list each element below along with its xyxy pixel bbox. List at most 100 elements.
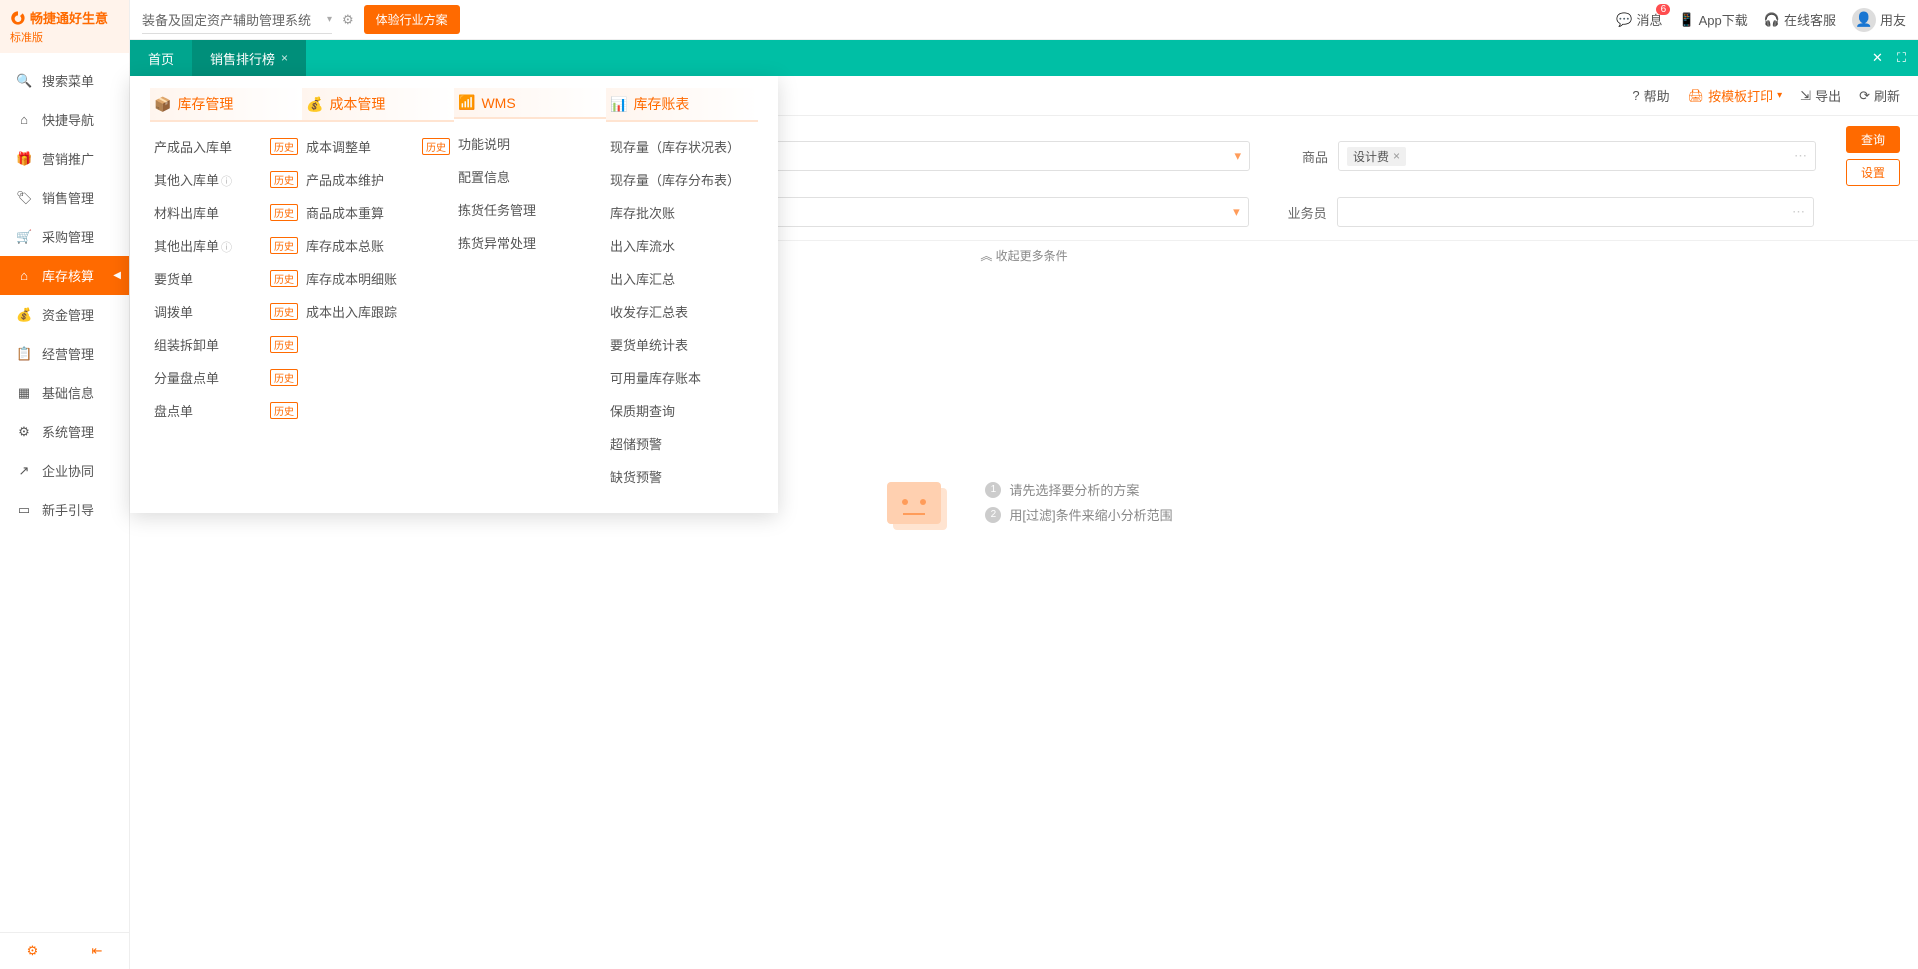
refresh-button[interactable]: ⟳刷新 (1859, 86, 1900, 105)
query-button[interactable]: 查询 (1846, 126, 1900, 153)
flyout-item[interactable]: 现存量（库存状况表） (606, 130, 758, 163)
nav-funds[interactable]: 💰资金管理 (0, 295, 129, 334)
app-download-button[interactable]: 📱 App下载 (1678, 10, 1747, 29)
messages-button[interactable]: 💬 消息 6 (1616, 10, 1662, 29)
logo-area: 畅捷通好生意 标准版 (0, 0, 129, 53)
flyout-item-label: 保质期查询 (610, 401, 675, 420)
flyout-item[interactable]: 超储预警 (606, 427, 758, 460)
help-button[interactable]: ?帮助 (1632, 86, 1669, 105)
flyout-item-label: 库存成本总账 (306, 236, 384, 255)
flyout-item[interactable]: 拣货任务管理 (454, 193, 606, 226)
collapse-icon[interactable]: ⇤ (91, 943, 102, 959)
flyout-item[interactable]: 库存批次账 (606, 196, 758, 229)
flyout-item[interactable]: 分量盘点单历史 (150, 361, 302, 394)
flyout-item[interactable]: 配置信息 (454, 160, 606, 193)
flyout-item[interactable]: 盘点单历史 (150, 394, 302, 427)
flyout-item[interactable]: 成本出入库跟踪 (302, 295, 454, 328)
flyout-item[interactable]: 功能说明 (454, 127, 606, 160)
flyout-item[interactable]: 产成品入库单历史 (150, 130, 302, 163)
flyout-item-label: 商品成本重算 (306, 203, 384, 222)
flyout-item[interactable]: 保质期查询 (606, 394, 758, 427)
flyout-item[interactable]: 材料出库单历史 (150, 196, 302, 229)
close-icon[interactable]: × (281, 51, 288, 65)
flyout-item-label: 现存量（库存状况表） (610, 137, 740, 156)
flyout-item[interactable]: 调拨单历史 (150, 295, 302, 328)
flyout-item[interactable]: 其他出库单ⓘ历史 (150, 229, 302, 262)
salesperson-input[interactable]: ⋯ (1337, 197, 1814, 227)
nav-marketing[interactable]: 🎁营销推广 (0, 139, 129, 178)
nav-guide[interactable]: ▭新手引导 (0, 490, 129, 529)
category-icon: 📦 (154, 96, 171, 113)
gear-icon: ⚙ (16, 424, 32, 440)
step-number-1: 1 (985, 482, 1001, 498)
nav-basic[interactable]: ▦基础信息 (0, 373, 129, 412)
filter-select-1[interactable]: ▾ (714, 141, 1250, 171)
flyout-item-label: 功能说明 (458, 134, 510, 153)
flyout-item[interactable]: 缺货预警 (606, 460, 758, 493)
flyout-column-title: 库存账表 (633, 94, 689, 114)
online-service-button[interactable]: 🎧 在线客服 (1764, 10, 1836, 29)
logo-icon (10, 10, 26, 26)
settings-button[interactable]: 设置 (1846, 159, 1900, 186)
product-input[interactable]: 设计费 × ⋯ (1338, 141, 1816, 171)
headset-icon: 🎧 (1764, 12, 1780, 28)
flyout-item-label: 超储预警 (610, 434, 662, 453)
filter-select-2[interactable]: ▾ (713, 197, 1248, 227)
user-menu[interactable]: 👤 用友 (1852, 8, 1906, 32)
flyout-item[interactable]: 可用量库存账本 (606, 361, 758, 394)
flyout-item[interactable]: 收发存汇总表 (606, 295, 758, 328)
flyout-item-label: 其他入库单ⓘ (154, 170, 232, 189)
tab-sales-rank[interactable]: 销售排行榜 × (192, 40, 306, 76)
flyout-item[interactable]: 要货单历史 (150, 262, 302, 295)
history-tag: 历史 (422, 138, 450, 155)
chevron-left-icon: ◀ (113, 270, 121, 281)
nav-sales[interactable]: 🏷销售管理 (0, 178, 129, 217)
avatar-icon: 👤 (1852, 8, 1876, 32)
nav-collab[interactable]: ↗企业协同 (0, 451, 129, 490)
tab-home[interactable]: 首页 (130, 40, 192, 76)
help-icon: ? (1632, 88, 1639, 103)
nav-system[interactable]: ⚙系统管理 (0, 412, 129, 451)
logo-edition: 标准版 (10, 29, 43, 45)
label-product: 商品 (1280, 147, 1328, 166)
flyout-item[interactable]: 库存成本明细账 (302, 262, 454, 295)
chevron-down-icon: ▾ (327, 14, 332, 25)
history-tag: 历史 (270, 402, 298, 419)
system-select[interactable]: 装备及固定资产辅助管理系统 ▾ (142, 6, 332, 34)
flyout-item[interactable]: 要货单统计表 (606, 328, 758, 361)
flyout-item[interactable]: 拣货异常处理 (454, 226, 606, 259)
flyout-item[interactable]: 出入库汇总 (606, 262, 758, 295)
flyout-item[interactable]: 产品成本维护 (302, 163, 454, 196)
flyout-item[interactable]: 库存成本总账 (302, 229, 454, 262)
nav-purchase[interactable]: 🛒采购管理 (0, 217, 129, 256)
settings-icon[interactable]: ⚙ (27, 943, 39, 959)
chevron-down-icon: ▾ (1233, 204, 1240, 220)
system-gear-icon[interactable]: ⚙ (342, 12, 354, 28)
product-tag: 设计费 × (1347, 147, 1406, 166)
flyout-item[interactable]: 商品成本重算 (302, 196, 454, 229)
history-tag: 历史 (270, 336, 298, 353)
flyout-column: 📊库存账表现存量（库存状况表）现存量（库存分布表）库存批次账出入库流水出入库汇总… (606, 88, 758, 493)
flyout-item[interactable]: 组装拆卸单历史 (150, 328, 302, 361)
empty-step-2: 2 用[过滤]条件来缩小分析范围 (985, 505, 1172, 524)
tag-remove-icon[interactable]: × (1393, 149, 1400, 163)
flyout-item-label: 出入库流水 (610, 236, 675, 255)
flyout-item[interactable]: 出入库流水 (606, 229, 758, 262)
history-tag: 历史 (270, 171, 298, 188)
export-button[interactable]: ⇲导出 (1800, 86, 1841, 105)
chevron-down-icon: ▾ (1234, 148, 1241, 164)
flyout-item[interactable]: 成本调整单历史 (302, 130, 454, 163)
step-number-2: 2 (985, 507, 1001, 523)
tab-close-all-icon[interactable]: ✕ (1868, 46, 1887, 70)
more-icon[interactable]: ⋯ (1792, 204, 1805, 220)
nav-quick[interactable]: ⌂快捷导航 (0, 100, 129, 139)
try-industry-button[interactable]: 体验行业方案 (364, 5, 460, 34)
nav-search[interactable]: 🔍搜索菜单 (0, 61, 129, 100)
nav-inventory[interactable]: ⌂库存核算◀ (0, 256, 129, 295)
nav-business[interactable]: 📋经营管理 (0, 334, 129, 373)
flyout-item[interactable]: 其他入库单ⓘ 历史 (150, 163, 302, 196)
fullscreen-icon[interactable]: ⛶ (1893, 46, 1910, 70)
print-button[interactable]: 🖨按模板打印▾ (1688, 86, 1783, 105)
more-icon[interactable]: ⋯ (1794, 148, 1807, 164)
flyout-item[interactable]: 现存量（库存分布表） (606, 163, 758, 196)
